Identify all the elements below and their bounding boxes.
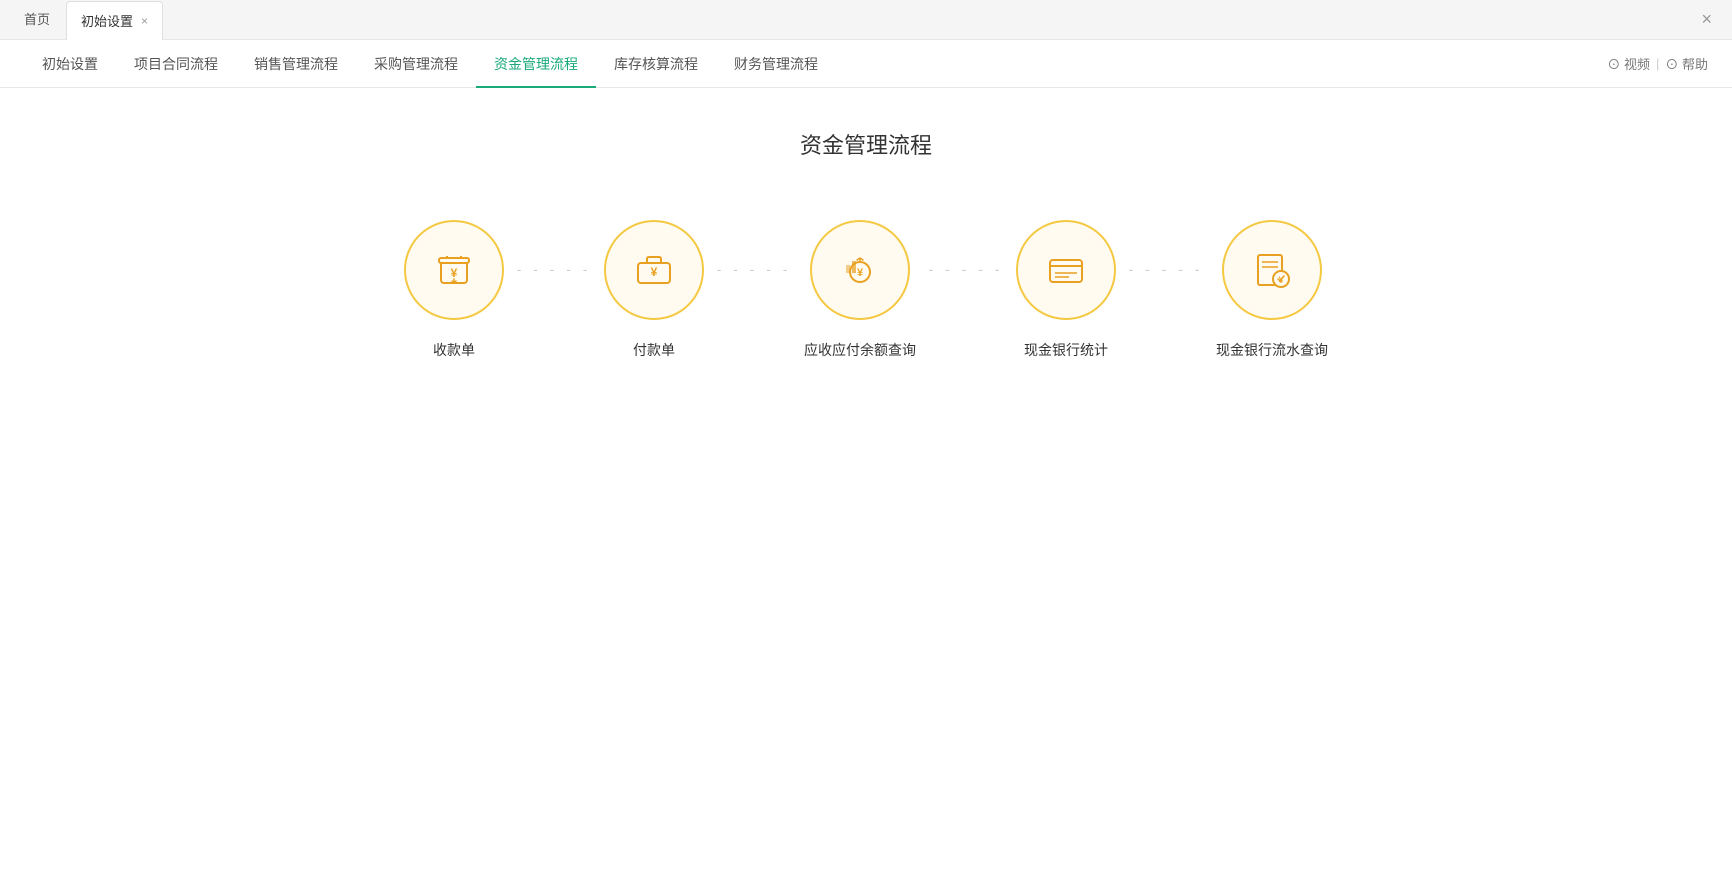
flow-label-payment: 付款单 [633, 340, 675, 360]
video-link[interactable]: ⊙ 视频 [1607, 54, 1650, 73]
nav-right: ⊙ 视频 | ⊙ 帮助 [1607, 54, 1708, 73]
flow-label-cash-bank: 现金银行统计 [1024, 340, 1108, 360]
flow-item-payment[interactable]: ¥ 付款单 [604, 220, 704, 360]
flow-circle-receipt: ¥ [404, 220, 504, 320]
flow-label-balance-query: 应收应付余额查询 [804, 340, 916, 360]
dots-4: - - - - - [1129, 261, 1204, 277]
flow-circle-cashbank [1016, 220, 1116, 320]
close-window-button[interactable]: × [1693, 9, 1720, 30]
nav-item-initial-setup[interactable]: 初始设置 [24, 40, 116, 88]
page-title: 资金管理流程 [800, 128, 932, 160]
nav-item-finance[interactable]: 财务管理流程 [716, 40, 836, 88]
flow-item-flow-query[interactable]: ¥ 现金银行流水查询 [1216, 220, 1328, 360]
flow-circle-flowquery: ¥ [1222, 220, 1322, 320]
nav-item-project-contract[interactable]: 项目合同流程 [116, 40, 236, 88]
dots-2: - - - - - [717, 261, 792, 277]
svg-text:¥: ¥ [651, 265, 658, 279]
top-bar-right: × [1693, 9, 1720, 30]
flow-circle-payment: ¥ [604, 220, 704, 320]
dots-1: - - - - - [517, 261, 592, 277]
cashbank-icon [1041, 245, 1091, 295]
help-link[interactable]: ⊙ 帮助 [1665, 54, 1708, 73]
flow-item-cash-bank[interactable]: 现金银行统计 [1016, 220, 1116, 360]
top-bar: 首页 初始设置 × × [0, 0, 1732, 40]
close-tab-button[interactable]: × [141, 14, 148, 28]
connector-3: - - - - - [916, 261, 1016, 277]
connector-2: - - - - - [704, 261, 804, 277]
receipt-icon: ¥ [429, 245, 479, 295]
balance-icon: ¥ [835, 245, 885, 295]
active-tab-label: 初始设置 [81, 11, 133, 30]
flow-circle-balance: ¥ [810, 220, 910, 320]
nav-item-inventory[interactable]: 库存核算流程 [596, 40, 716, 88]
main-content: 资金管理流程 ¥ 收款单 - - - - - [0, 88, 1732, 400]
home-tab[interactable]: 首页 [12, 0, 62, 40]
payment-icon: ¥ [629, 245, 679, 295]
flow-label-flow-query: 现金银行流水查询 [1216, 340, 1328, 360]
flow-item-receipt[interactable]: ¥ 收款单 [404, 220, 504, 360]
nav-divider: | [1656, 56, 1659, 71]
svg-text:¥: ¥ [857, 267, 864, 279]
nav-item-procurement[interactable]: 采购管理流程 [356, 40, 476, 88]
flow-container: ¥ 收款单 - - - - - ¥ 付款单 [404, 220, 1328, 360]
connector-4: - - - - - [1116, 261, 1216, 277]
nav-item-sales[interactable]: 销售管理流程 [236, 40, 356, 88]
flow-item-balance-query[interactable]: ¥ 应收应付余额查询 [804, 220, 916, 360]
flowquery-icon: ¥ [1247, 245, 1297, 295]
connector-1: - - - - - [504, 261, 604, 277]
flow-label-receipt: 收款单 [433, 340, 475, 360]
active-tab[interactable]: 初始设置 × [66, 1, 163, 41]
nav-bar: 初始设置 项目合同流程 销售管理流程 采购管理流程 资金管理流程 库存核算流程 … [0, 40, 1732, 88]
dots-3: - - - - - [929, 261, 1004, 277]
svg-text:¥: ¥ [451, 266, 458, 280]
nav-item-capital[interactable]: 资金管理流程 [476, 40, 596, 88]
